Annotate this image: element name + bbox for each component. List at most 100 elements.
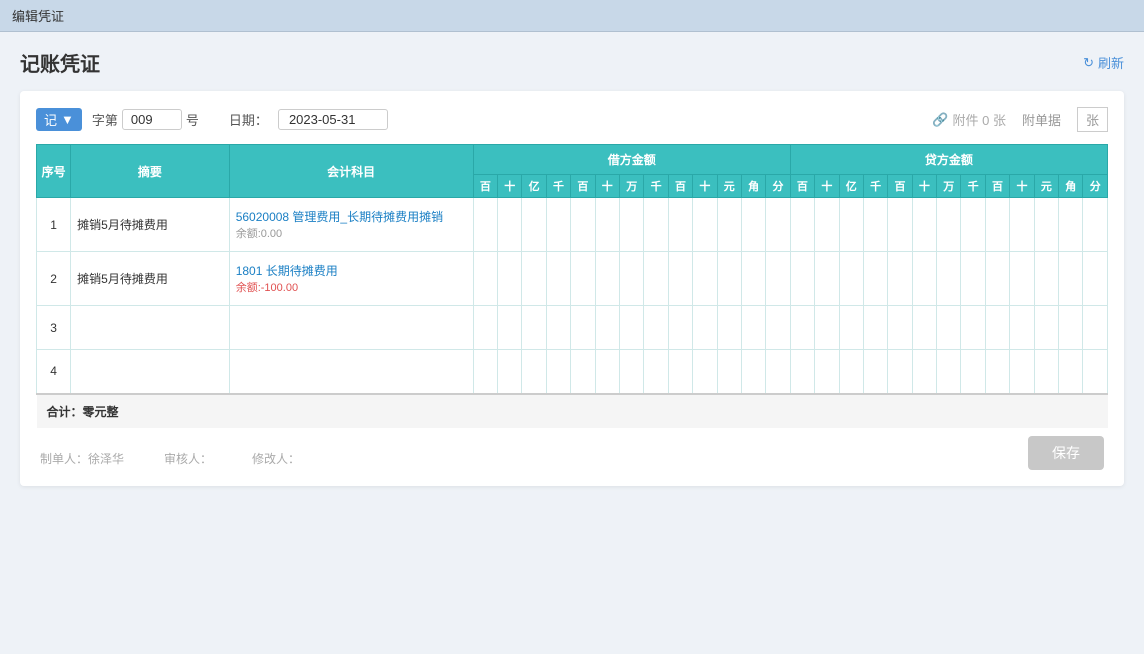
amount-cell-1[interactable] [498, 350, 522, 394]
amount-cell-24[interactable] [1059, 350, 1083, 394]
amount-cell-24[interactable] [1059, 252, 1083, 306]
attachment-link[interactable]: 🔗 附件 0 张 [932, 110, 1006, 129]
amount-cell-6[interactable] [620, 306, 644, 350]
amount-cell-23[interactable] [1034, 306, 1058, 350]
amount-cell-0[interactable] [473, 306, 497, 350]
amount-cell-8[interactable] [668, 252, 692, 306]
amount-cell-6[interactable] [620, 350, 644, 394]
amount-cell-19[interactable] [937, 198, 961, 252]
amount-cell-21[interactable] [985, 198, 1009, 252]
amount-cell-17[interactable] [888, 350, 912, 394]
account-cell[interactable] [229, 306, 473, 350]
amount-cell-6[interactable] [620, 198, 644, 252]
amount-cell-10[interactable] [717, 306, 741, 350]
amount-cell-16[interactable] [863, 252, 887, 306]
amount-cell-9[interactable] [693, 252, 717, 306]
amount-cell-11[interactable] [741, 350, 765, 394]
amount-cell-25[interactable] [1083, 306, 1108, 350]
amount-cell-24[interactable] [1059, 198, 1083, 252]
date-input[interactable] [278, 109, 388, 130]
amount-cell-16[interactable] [863, 198, 887, 252]
amount-cell-2[interactable] [522, 350, 546, 394]
amount-cell-20[interactable] [961, 252, 985, 306]
amount-cell-0[interactable] [473, 350, 497, 394]
amount-cell-7[interactable] [644, 350, 668, 394]
amount-cell-7[interactable] [644, 306, 668, 350]
amount-cell-24[interactable] [1059, 306, 1083, 350]
account-cell[interactable]: 1801 长期待摊费用余额:-100.00 [229, 252, 473, 306]
amount-cell-10[interactable] [717, 252, 741, 306]
amount-cell-9[interactable] [693, 198, 717, 252]
amount-cell-21[interactable] [985, 252, 1009, 306]
amount-cell-14[interactable] [815, 198, 839, 252]
amount-cell-4[interactable] [571, 198, 595, 252]
amount-cell-8[interactable] [668, 350, 692, 394]
amount-cell-3[interactable] [546, 306, 570, 350]
amount-cell-15[interactable] [839, 252, 863, 306]
amount-cell-13[interactable] [790, 306, 814, 350]
amount-cell-3[interactable] [546, 350, 570, 394]
amount-cell-4[interactable] [571, 350, 595, 394]
amount-cell-20[interactable] [961, 350, 985, 394]
amount-cell-5[interactable] [595, 350, 619, 394]
amount-cell-9[interactable] [693, 306, 717, 350]
amount-cell-7[interactable] [644, 252, 668, 306]
amount-cell-12[interactable] [766, 306, 790, 350]
amount-cell-5[interactable] [595, 198, 619, 252]
amount-cell-17[interactable] [888, 198, 912, 252]
amount-cell-22[interactable] [1010, 198, 1034, 252]
amount-cell-10[interactable] [717, 350, 741, 394]
amount-cell-9[interactable] [693, 350, 717, 394]
summary-cell[interactable]: 摊销5月待摊费用 [71, 252, 230, 306]
amount-cell-1[interactable] [498, 306, 522, 350]
amount-cell-23[interactable] [1034, 252, 1058, 306]
summary-cell[interactable]: 摊销5月待摊费用 [71, 198, 230, 252]
refresh-button[interactable]: ↻ 刷新 [1083, 53, 1124, 72]
amount-cell-19[interactable] [937, 350, 961, 394]
amount-cell-25[interactable] [1083, 198, 1108, 252]
account-cell[interactable]: 56020008 管理费用_长期待摊费用摊销余额:0.00 [229, 198, 473, 252]
amount-cell-1[interactable] [498, 252, 522, 306]
amount-cell-18[interactable] [912, 350, 936, 394]
save-button[interactable]: 保存 [1028, 436, 1104, 470]
amount-cell-17[interactable] [888, 252, 912, 306]
amount-cell-3[interactable] [546, 252, 570, 306]
amount-cell-2[interactable] [522, 252, 546, 306]
amount-cell-6[interactable] [620, 252, 644, 306]
amount-cell-22[interactable] [1010, 350, 1034, 394]
amount-cell-15[interactable] [839, 306, 863, 350]
amount-cell-15[interactable] [839, 198, 863, 252]
amount-cell-11[interactable] [741, 198, 765, 252]
amount-cell-23[interactable] [1034, 350, 1058, 394]
amount-cell-13[interactable] [790, 350, 814, 394]
amount-cell-13[interactable] [790, 198, 814, 252]
amount-cell-17[interactable] [888, 306, 912, 350]
ji-badge[interactable]: 记 ▼ [36, 108, 82, 131]
zi-di-input[interactable] [122, 109, 182, 130]
amount-cell-23[interactable] [1034, 198, 1058, 252]
amount-cell-14[interactable] [815, 252, 839, 306]
amount-cell-12[interactable] [766, 252, 790, 306]
amount-cell-5[interactable] [595, 252, 619, 306]
amount-cell-7[interactable] [644, 198, 668, 252]
amount-cell-2[interactable] [522, 198, 546, 252]
amount-cell-22[interactable] [1010, 252, 1034, 306]
amount-cell-20[interactable] [961, 198, 985, 252]
amount-cell-3[interactable] [546, 198, 570, 252]
amount-cell-12[interactable] [766, 198, 790, 252]
amount-cell-19[interactable] [937, 252, 961, 306]
amount-cell-18[interactable] [912, 252, 936, 306]
amount-cell-22[interactable] [1010, 306, 1034, 350]
amount-cell-18[interactable] [912, 306, 936, 350]
amount-cell-2[interactable] [522, 306, 546, 350]
amount-cell-12[interactable] [766, 350, 790, 394]
amount-cell-21[interactable] [985, 306, 1009, 350]
summary-cell[interactable] [71, 350, 230, 394]
amount-cell-16[interactable] [863, 350, 887, 394]
amount-cell-15[interactable] [839, 350, 863, 394]
amount-cell-4[interactable] [571, 252, 595, 306]
amount-cell-11[interactable] [741, 252, 765, 306]
amount-cell-16[interactable] [863, 306, 887, 350]
amount-cell-0[interactable] [473, 198, 497, 252]
amount-cell-8[interactable] [668, 306, 692, 350]
